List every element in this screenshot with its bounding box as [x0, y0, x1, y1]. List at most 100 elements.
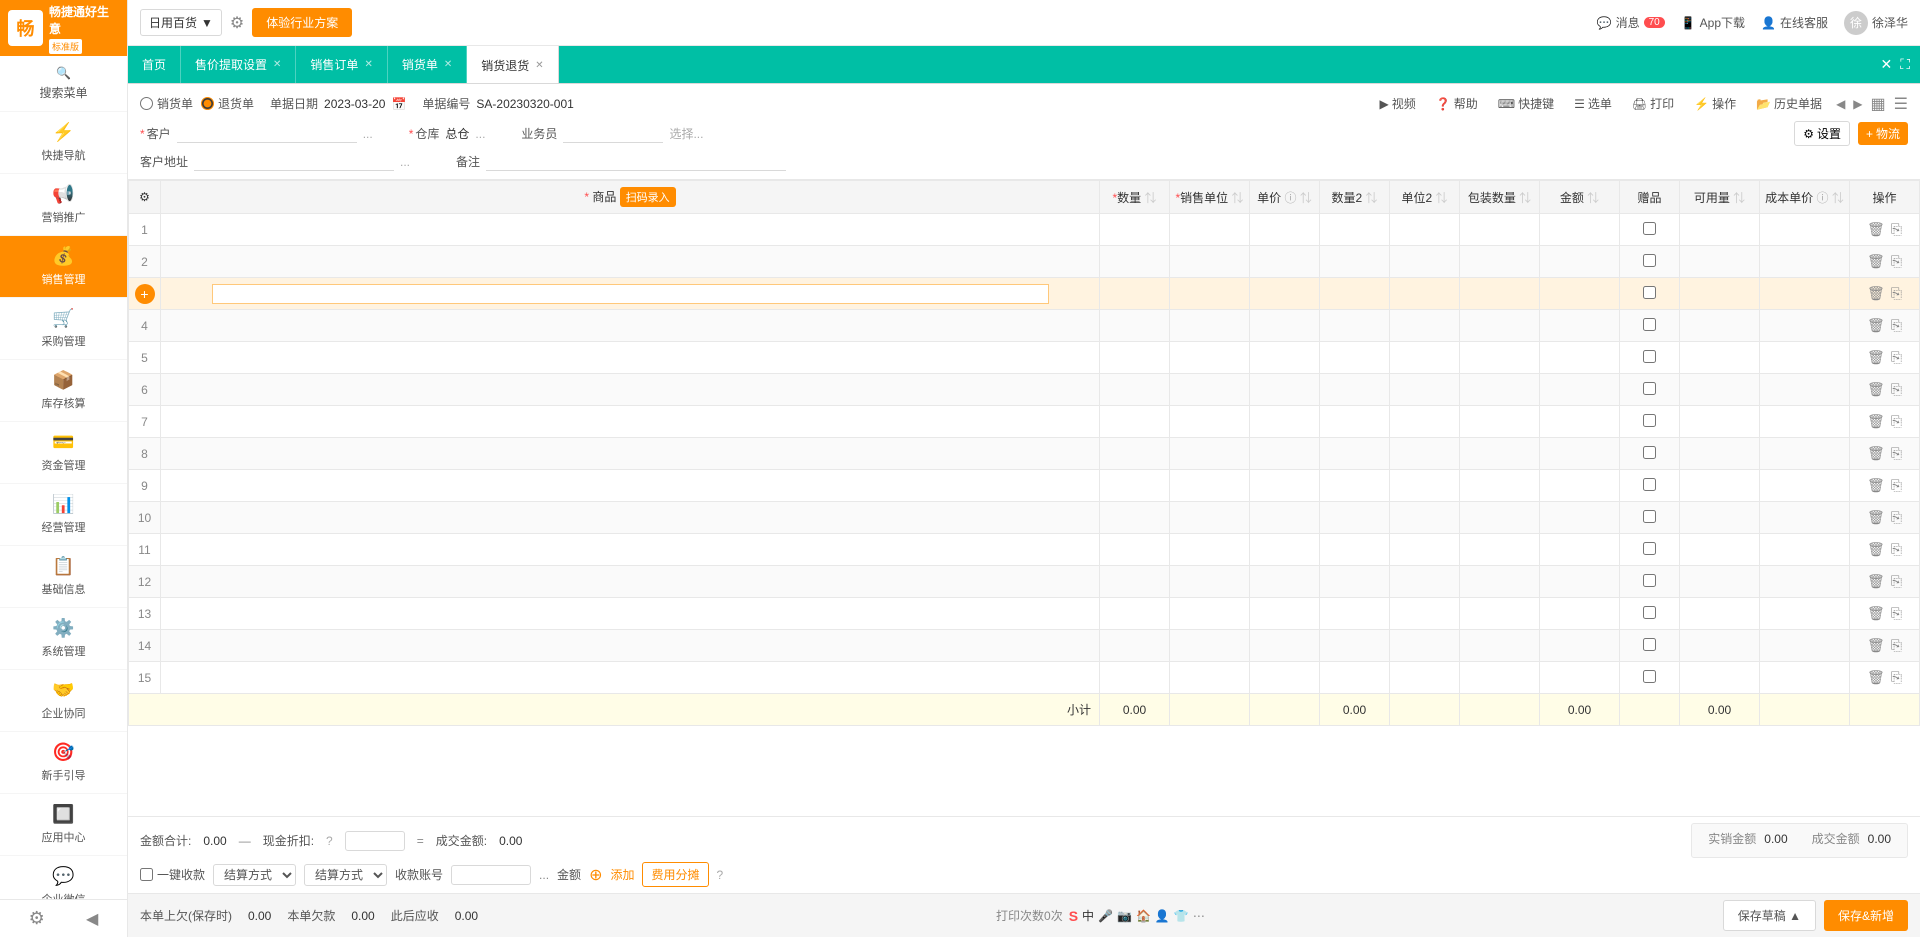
copy-row-11[interactable]: ⎘ — [1891, 541, 1902, 558]
avail-cell-1[interactable] — [1680, 214, 1760, 246]
delete-row-1[interactable]: 🗑 — [1867, 221, 1885, 238]
copy-row-15[interactable]: ⎘ — [1891, 669, 1902, 686]
online-service-item[interactable]: 👤 在线客服 — [1761, 14, 1828, 31]
copy-row-1[interactable]: ⎘ — [1891, 221, 1902, 238]
product-cell-2[interactable] — [161, 246, 1100, 278]
icon-cam[interactable]: 📷 — [1117, 909, 1132, 923]
address-select-btn[interactable]: ... — [400, 155, 410, 169]
tab-close-delivery[interactable]: ✕ — [444, 59, 452, 70]
gift-checkbox-3[interactable] — [1643, 286, 1656, 299]
delete-row-13[interactable]: 🗑 — [1867, 605, 1885, 622]
help-btn[interactable]: ❓ 帮助 — [1430, 92, 1484, 115]
settings-btn[interactable]: ⚙ 设置 — [1794, 121, 1850, 146]
unit2-cell-1[interactable] — [1390, 214, 1460, 246]
scan-input-btn[interactable]: 扫码录入 — [620, 187, 676, 207]
save-draft-btn[interactable]: 保存草稿 ▲ — [1723, 900, 1816, 931]
nav-prev-icon[interactable]: ◀ — [1836, 97, 1845, 111]
gift-cell-3[interactable] — [1620, 278, 1680, 310]
icon-user[interactable]: 👤 — [1155, 909, 1170, 923]
sidebar-item-basic[interactable]: 📋 基础信息 — [0, 546, 127, 608]
one-click-payment-checkbox[interactable] — [140, 868, 153, 881]
qty2-cell-3[interactable] — [1320, 278, 1390, 310]
pack-cell-1[interactable] — [1460, 214, 1540, 246]
copy-row-4[interactable]: ⎘ — [1891, 317, 1902, 334]
copy-row-5[interactable]: ⎘ — [1891, 349, 1902, 366]
avail-cell-3[interactable] — [1680, 278, 1760, 310]
price-cell-1[interactable] — [1250, 214, 1320, 246]
add-row-btn-cell[interactable]: + — [129, 278, 161, 310]
add-row-icon[interactable]: ⊕ — [589, 865, 602, 885]
sidebar-item-wechat[interactable]: 💬 企业微信 — [0, 856, 127, 899]
add-row-button[interactable]: + — [135, 284, 155, 304]
messages-item[interactable]: 💬 消息 70 — [1597, 14, 1665, 31]
sidebar-item-operations[interactable]: 📊 经营管理 — [0, 484, 127, 546]
sidebar-item-finance[interactable]: 💳 资金管理 — [0, 422, 127, 484]
customer-select-btn[interactable]: ... — [363, 127, 373, 141]
delete-row-5[interactable]: 🗑 — [1867, 349, 1885, 366]
calculation-method-select[interactable]: 结算方式 — [304, 864, 387, 886]
amount-cell-1[interactable] — [1540, 214, 1620, 246]
sidebar-search[interactable]: 🔍 搜索菜单 — [0, 56, 127, 112]
remark-input[interactable] — [486, 152, 786, 171]
tab-price-settings[interactable]: 售价提取设置 ✕ — [181, 46, 296, 84]
shortcut-btn[interactable]: ⌨ 快捷键 — [1492, 92, 1560, 115]
icon-more[interactable]: ⋯ — [1193, 909, 1205, 923]
copy-row-9[interactable]: ⎘ — [1891, 477, 1902, 494]
unit2-cell-3[interactable] — [1390, 278, 1460, 310]
cost-cell-1[interactable] — [1760, 214, 1850, 246]
tab-close-sales-order[interactable]: ✕ — [364, 59, 372, 70]
app-download-item[interactable]: 📱 App下载 — [1681, 14, 1745, 31]
nav-next-icon[interactable]: ▶ — [1853, 97, 1862, 111]
copy-row-3[interactable]: ⎘ — [1891, 285, 1902, 302]
staff-input[interactable] — [563, 124, 663, 143]
copy-row-10[interactable]: ⎘ — [1891, 509, 1902, 526]
calendar-icon[interactable]: 📅 — [391, 97, 406, 111]
delete-row-14[interactable]: 🗑 — [1867, 637, 1885, 654]
delete-row-7[interactable]: 🗑 — [1867, 413, 1885, 430]
qty-cell-2[interactable] — [1100, 246, 1170, 278]
copy-row-7[interactable]: ⎘ — [1891, 413, 1902, 430]
delete-row-10[interactable]: 🗑 — [1867, 509, 1885, 526]
video-btn[interactable]: ▶ 视频 — [1374, 92, 1422, 115]
radio-delivery[interactable]: 销货单 — [140, 95, 193, 112]
copy-row-8[interactable]: ⎘ — [1891, 445, 1902, 462]
unit-cell-3[interactable] — [1170, 278, 1250, 310]
copy-row-2[interactable]: ⎘ — [1891, 253, 1902, 270]
expense-question-icon[interactable]: ? — [717, 868, 724, 882]
settings-bottom-icon[interactable]: ⚙ — [29, 908, 45, 929]
tab-sales-delivery[interactable]: 销货单 ✕ — [388, 46, 467, 84]
radio-return[interactable]: 退货单 — [201, 95, 254, 112]
price-cell-3[interactable] — [1250, 278, 1320, 310]
sidebar-item-sales[interactable]: 💰 销售管理 — [0, 236, 127, 298]
icon-shirt[interactable]: 👕 — [1174, 909, 1189, 923]
account-dots[interactable]: ... — [539, 868, 549, 882]
tab-close-price[interactable]: ✕ — [273, 59, 281, 70]
customer-input[interactable] — [177, 124, 357, 143]
copy-row-14[interactable]: ⎘ — [1891, 637, 1902, 654]
tab-close-return[interactable]: ✕ — [535, 60, 543, 71]
add-logistics-btn[interactable]: + 物流 — [1858, 122, 1908, 145]
sidebar-item-purchase[interactable]: 🛒 采购管理 — [0, 298, 127, 360]
qty2-cell-1[interactable] — [1320, 214, 1390, 246]
sidebar-item-shortcut[interactable]: ⚡ 快捷导航 — [0, 112, 127, 174]
sidebar-item-newbie[interactable]: 🎯 新手引导 — [0, 732, 127, 794]
pack-cell-2[interactable] — [1460, 246, 1540, 278]
one-click-payment-label[interactable]: 一键收款 — [140, 866, 205, 883]
delete-row-2[interactable]: 🗑 — [1867, 253, 1885, 270]
icon-mic[interactable]: 🎤 — [1098, 909, 1113, 923]
grid-view-icon[interactable]: ▦ — [1871, 94, 1886, 114]
product-input-3[interactable] — [212, 284, 1049, 304]
close-all-tabs-icon[interactable]: ✕ — [1880, 56, 1892, 73]
delete-row-9[interactable]: 🗑 — [1867, 477, 1885, 494]
collapse-icon[interactable]: ◀ — [86, 909, 98, 929]
copy-row-6[interactable]: ⎘ — [1891, 381, 1902, 398]
list-view-icon[interactable]: ☰ — [1894, 94, 1908, 114]
account-input[interactable] — [451, 865, 531, 885]
select-bill-btn[interactable]: ☰ 选单 — [1568, 92, 1618, 115]
delete-row-11[interactable]: 🗑 — [1867, 541, 1885, 558]
save-new-btn[interactable]: 保存&新增 — [1824, 900, 1908, 931]
warehouse-select-btn[interactable]: ... — [475, 127, 485, 141]
industry-select[interactable]: 日用百货 ▼ — [140, 9, 222, 36]
history-btn[interactable]: 📂 历史单据 — [1750, 92, 1828, 115]
pack-cell-3[interactable] — [1460, 278, 1540, 310]
